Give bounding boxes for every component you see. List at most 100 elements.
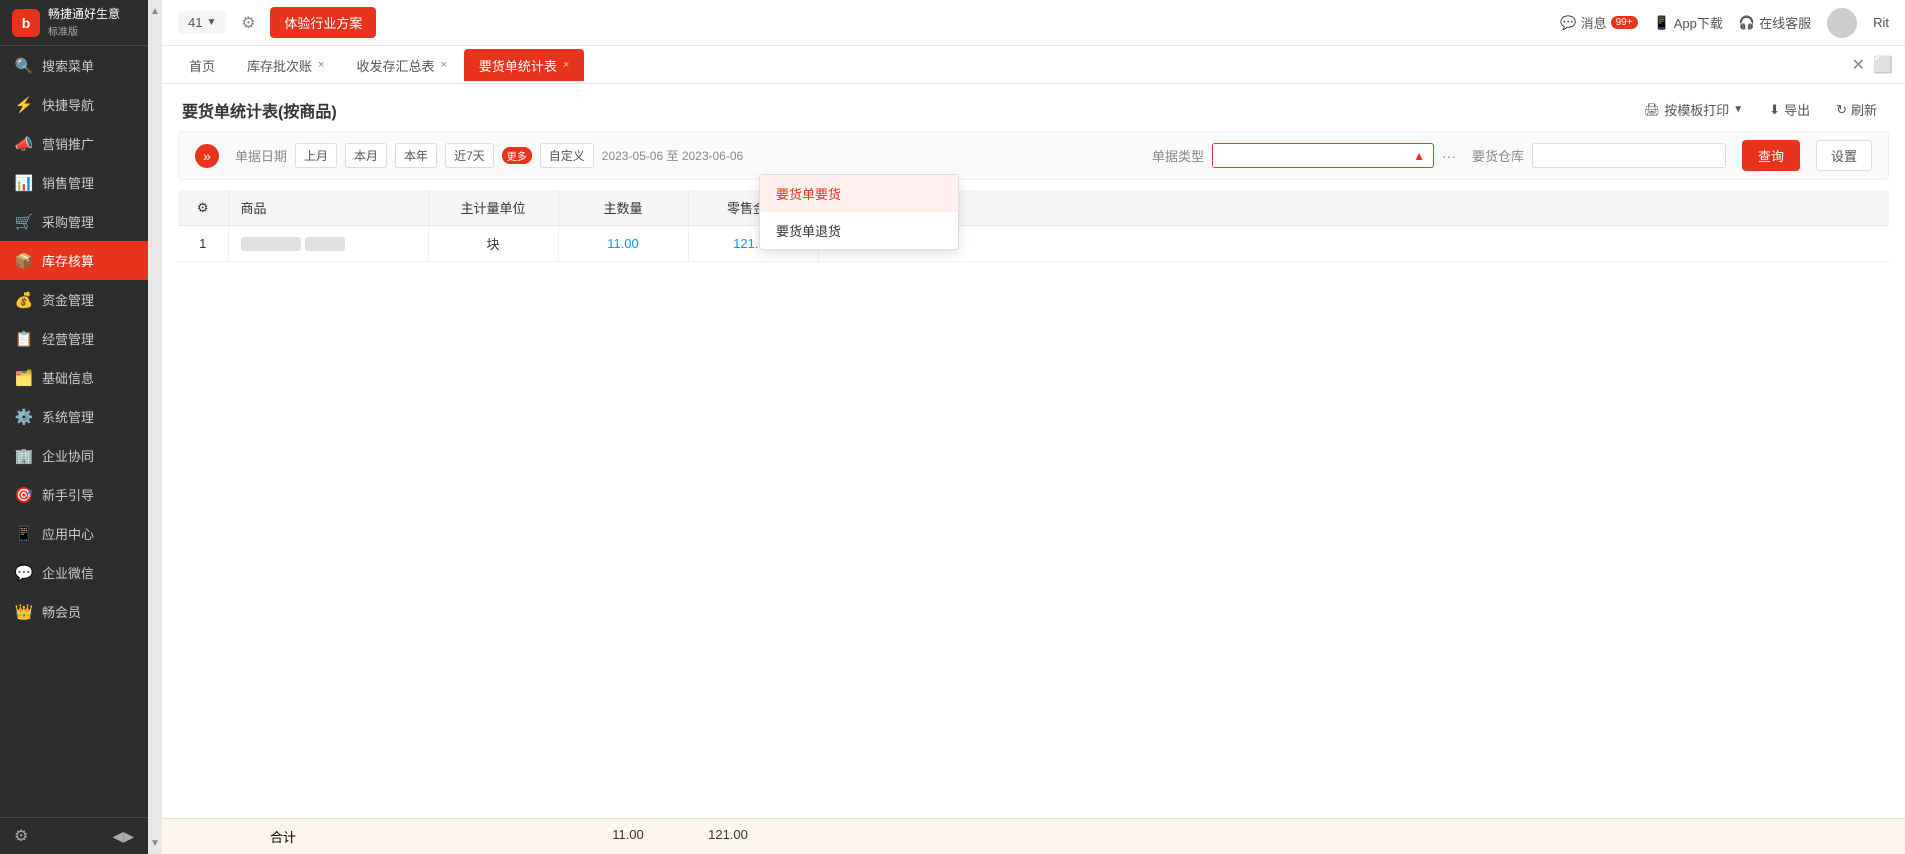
sidebar-item-operations[interactable]: 📋 经营管理: [0, 319, 148, 358]
sidebar-icon-system: ⚙️: [14, 408, 34, 426]
page-title: 要货单统计表(按商品): [182, 98, 337, 122]
sidebar-icon-operations: 📋: [14, 330, 34, 348]
user-avatar[interactable]: [1827, 8, 1857, 38]
sidebar-item-beginner[interactable]: 🎯 新手引导: [0, 475, 148, 514]
sidebar-item-sales[interactable]: 📊销售管理: [0, 163, 148, 202]
more-date-badge[interactable]: 更多: [502, 147, 532, 164]
notification-label: 消息: [1581, 13, 1607, 32]
sidebar-item-app-center[interactable]: 📱应用中心: [0, 514, 148, 553]
trial-industry-btn[interactable]: 体验行业方案: [270, 7, 376, 38]
table-header-row: ⚙ 商品 主计量单位 主数量 零售金额: [178, 190, 1889, 226]
close-all-tabs-btn[interactable]: ✕: [1852, 55, 1865, 75]
warehouse-group: 要货仓库: [1472, 143, 1726, 168]
sidebar-item-search[interactable]: 🔍搜索菜单: [0, 46, 148, 85]
tab-close-btn[interactable]: ×: [318, 59, 324, 71]
sidebar-label-operations: 经营管理: [42, 329, 94, 348]
col-unit: 主计量单位: [428, 190, 558, 226]
app-download-icon: 📱: [1654, 15, 1670, 31]
warehouse-input[interactable]: [1533, 144, 1725, 167]
page-content: 要货单统计表(按商品) 🖨 按模板打印 ▼ ⬇ 导出 ↻ 刷新 »: [162, 84, 1905, 854]
date-btn-last7[interactable]: 近7天: [445, 143, 494, 168]
tab-close-btn[interactable]: ×: [440, 59, 446, 71]
date-btn-this-month[interactable]: 本月: [345, 143, 387, 168]
tab-close-btn[interactable]: ×: [563, 59, 569, 71]
doc-type-more-icon[interactable]: ···: [1442, 148, 1456, 164]
online-service-label: 在线客服: [1759, 13, 1811, 32]
date-btn-last-month[interactable]: 上月: [295, 143, 337, 168]
sidebar-item-inventory[interactable]: 📦库存核算: [0, 241, 148, 280]
breadcrumb-chevron: ▼: [206, 17, 216, 28]
sidebar-icon-search: 🔍: [14, 57, 34, 75]
date-label: 单据日期: [235, 146, 287, 165]
doc-type-input[interactable]: [1213, 144, 1405, 167]
sidebar-label-inventory: 库存核算: [42, 251, 94, 270]
scroll-up-btn[interactable]: ▲: [148, 0, 162, 22]
headset-icon: 🎧: [1739, 15, 1755, 31]
sidebar-icon-enterprise: 🏢: [14, 447, 34, 465]
notification-icon: 💬: [1560, 15, 1576, 31]
dropdown-item-1[interactable]: 要货单退货: [760, 212, 958, 249]
refresh-btn[interactable]: ↻ 刷新: [1828, 96, 1885, 123]
sidebar-settings-icon[interactable]: ⚙: [14, 826, 28, 846]
sidebar-nav: 🔍搜索菜单⚡快捷导航📣营销推广📊销售管理🛒采购管理📦库存核算💰资金管理 📋 经营管理…: [0, 46, 148, 817]
sidebar-item-finance[interactable]: 💰资金管理: [0, 280, 148, 319]
sidebar-icon-beginner: 🎯: [14, 486, 34, 504]
topbar-gear-btn[interactable]: ⚙: [234, 9, 262, 37]
filter-settings-btn[interactable]: 设置: [1816, 140, 1872, 171]
maximize-btn[interactable]: ⬜: [1873, 55, 1893, 75]
footer-label: 合计: [258, 827, 458, 846]
main-area: 41 ▼ ⚙ 体验行业方案 💬 消息 99+ 📱 App下载 🎧 在线客服 Ri…: [162, 0, 1905, 854]
col-extra: [818, 190, 1889, 226]
user-name[interactable]: Rit: [1873, 15, 1889, 30]
sidebar: b 畅捷通好生意 标准版 🔍搜索菜单⚡快捷导航📣营销推广📊销售管理🛒采购管理📦库…: [0, 0, 148, 854]
app-download-btn[interactable]: 📱 App下载: [1654, 13, 1723, 32]
scroll-down-btn[interactable]: ▼: [148, 832, 162, 854]
sidebar-label-system: 系统管理: [42, 407, 94, 426]
export-icon: ⬇: [1769, 102, 1780, 118]
row-quantity: 11.00: [558, 226, 688, 262]
app-version: 标准版: [48, 23, 120, 38]
doc-type-chevron-icon[interactable]: ▲: [1405, 145, 1433, 167]
sidebar-label-marketing: 营销推广: [42, 134, 94, 153]
custom-date-btn[interactable]: 自定义: [540, 143, 594, 168]
tab-收发存汇总表[interactable]: 收发存汇总表 ×: [341, 49, 461, 81]
query-btn[interactable]: 查询: [1742, 140, 1800, 171]
sidebar-item-basic-info[interactable]: 🗂️基础信息: [0, 358, 148, 397]
sidebar-item-enterprise[interactable]: 🏢 企业协同: [0, 436, 148, 475]
date-range-text: 2023-05-06 至 2023-06-06: [602, 147, 743, 164]
print-template-btn[interactable]: 🖨 按模板打印 ▼: [1636, 96, 1751, 123]
online-service-btn[interactable]: 🎧 在线客服: [1739, 13, 1811, 32]
sidebar-item-wechat[interactable]: 💬企业微信: [0, 553, 148, 592]
notification-btn[interactable]: 💬 消息 99+: [1560, 13, 1637, 32]
sidebar-item-vip[interactable]: 👑畅会员: [0, 592, 148, 631]
sidebar-icon-sales: 📊: [14, 174, 34, 192]
sidebar-label-beginner: 新手引导: [42, 485, 94, 504]
doc-type-group: 单据类型 ▲ ···: [1152, 143, 1456, 168]
table-row: 1 块 11.00 121.00: [178, 226, 1889, 262]
sidebar-label-quick-nav: 快捷导航: [42, 95, 94, 114]
breadcrumb-value: 41: [188, 15, 202, 30]
tab-label: 收发存汇总表: [356, 56, 434, 75]
topbar: 41 ▼ ⚙ 体验行业方案 💬 消息 99+ 📱 App下载 🎧 在线客服 Ri…: [162, 0, 1905, 46]
dropdown-item-0[interactable]: 要货单要货: [760, 175, 958, 212]
tab-库存批次账[interactable]: 库存批次账×: [232, 49, 339, 81]
sidebar-icon-basic-info: 🗂️: [14, 369, 34, 387]
sidebar-item-purchase[interactable]: 🛒采购管理: [0, 202, 148, 241]
tabs-bar: 首页库存批次账×收发存汇总表×要货单统计表× ✕ ⬜: [162, 46, 1905, 84]
tab-要货单统计表[interactable]: 要货单统计表×: [464, 49, 584, 81]
filter-expand-btn[interactable]: »: [195, 144, 219, 168]
date-btn-this-year[interactable]: 本年: [395, 143, 437, 168]
app-logo-icon: b: [12, 9, 40, 37]
sidebar-item-quick-nav[interactable]: ⚡快捷导航: [0, 85, 148, 124]
doc-type-input-wrap: ▲: [1212, 143, 1434, 168]
sidebar-label-enterprise: 企业协同: [42, 446, 94, 465]
footer-quantity: 11.00: [578, 827, 678, 846]
page-header: 要货单统计表(按商品) 🖨 按模板打印 ▼ ⬇ 导出 ↻ 刷新: [162, 84, 1905, 131]
breadcrumb-selector[interactable]: 41 ▼: [178, 11, 226, 34]
sidebar-collapse-icon[interactable]: ◀▶: [112, 828, 134, 845]
col-settings[interactable]: ⚙: [178, 190, 228, 226]
tab-首页[interactable]: 首页: [174, 49, 230, 81]
sidebar-item-marketing[interactable]: 📣营销推广: [0, 124, 148, 163]
export-btn[interactable]: ⬇ 导出: [1761, 96, 1818, 123]
sidebar-item-system[interactable]: ⚙️ 系统管理: [0, 397, 148, 436]
